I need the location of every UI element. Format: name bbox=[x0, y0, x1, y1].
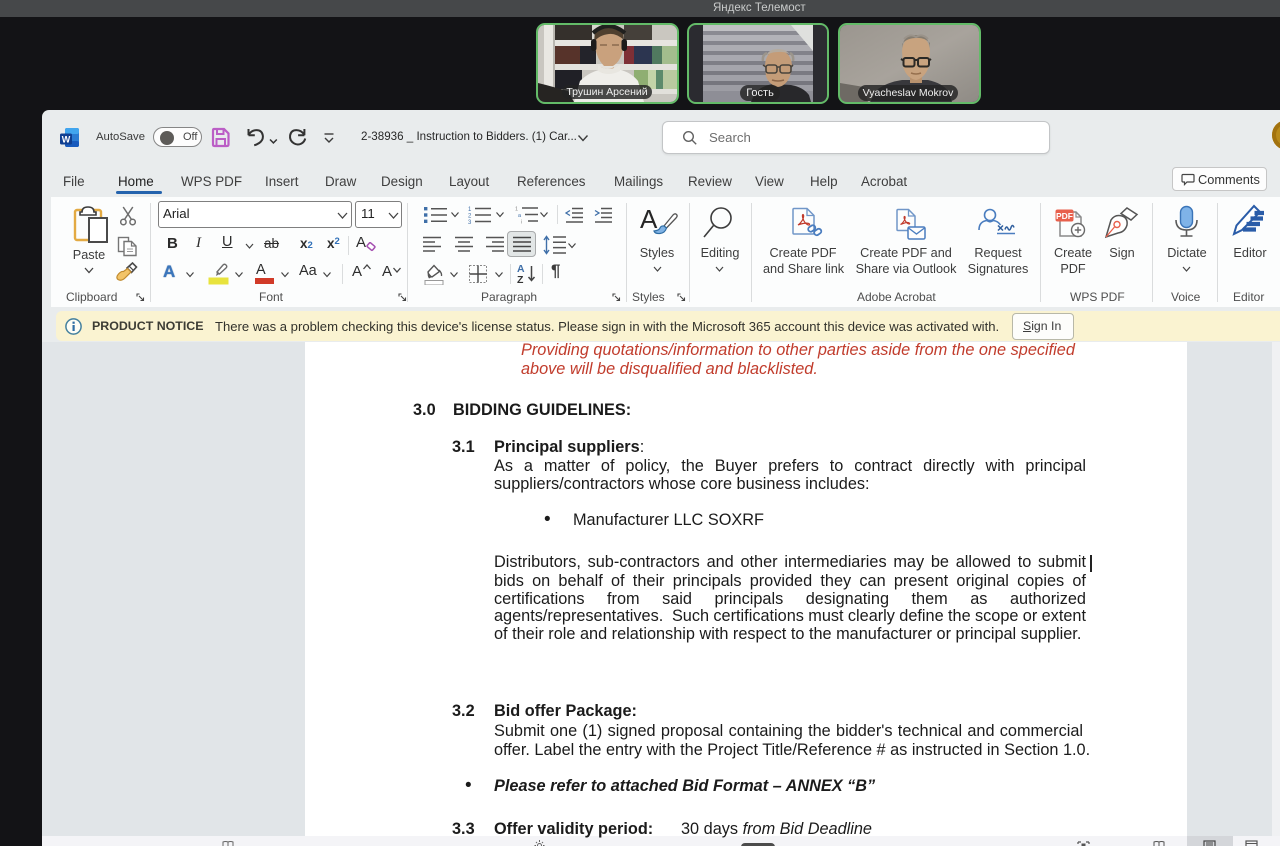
svg-text:Z: Z bbox=[517, 274, 524, 285]
svg-text:1: 1 bbox=[515, 207, 518, 213]
svg-text:W: W bbox=[62, 135, 71, 145]
svg-text:i: i bbox=[521, 220, 522, 225]
svg-text:1: 1 bbox=[468, 207, 472, 213]
svg-text:3: 3 bbox=[468, 220, 472, 224]
svg-text:2: 2 bbox=[468, 214, 472, 220]
svg-text:PDF: PDF bbox=[1056, 211, 1073, 221]
svg-text:a: a bbox=[518, 213, 522, 219]
